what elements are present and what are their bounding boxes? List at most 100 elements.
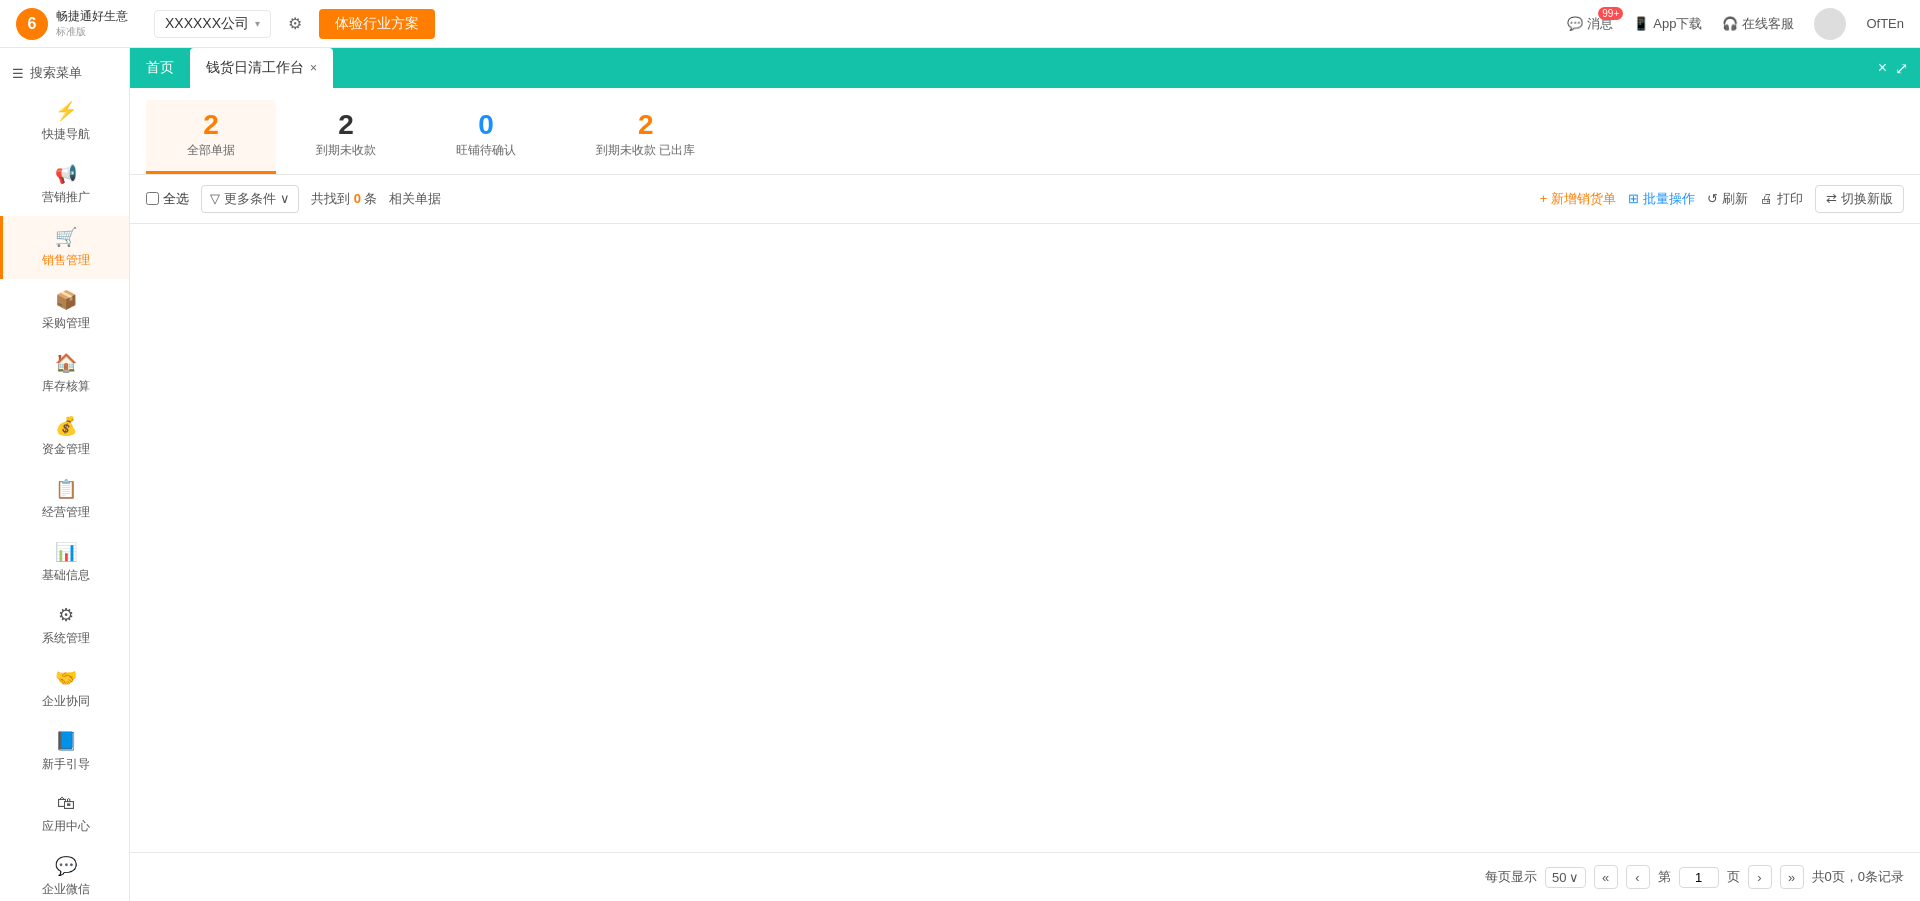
filter-arrow-icon: ∨ <box>280 191 290 206</box>
top-header: 6 畅捷通好生意 标准版 XXXXXX公司 ▾ ⚙ 体验行业方案 💬 消息 99… <box>0 0 1920 48</box>
stat-label-overdue: 到期未收款 <box>316 142 376 159</box>
stat-count-wangpu: 0 <box>478 108 494 142</box>
batch-operation-button[interactable]: ⊞ 批量操作 <box>1628 190 1695 208</box>
header-right: 💬 消息 99+ 📱 App下载 🎧 在线客服 OfTEn <box>1567 8 1904 40</box>
refresh-button[interactable]: ↺ 刷新 <box>1707 190 1748 208</box>
stat-tab-all[interactable]: 2 全部单据 <box>146 100 276 174</box>
dropdown-arrow-icon: ▾ <box>255 18 260 29</box>
tab-cash-flow[interactable]: 钱货日清工作台 × <box>190 48 333 88</box>
tab-close-icon[interactable]: × <box>310 61 317 75</box>
content-area: 首页 钱货日清工作台 × × ⤢ 2 全部单据 2 到期未收款 <box>130 48 1920 901</box>
tab-close-button[interactable]: × <box>1878 59 1887 77</box>
wechat-icon: 💬 <box>55 855 77 877</box>
page-number-input[interactable] <box>1679 867 1719 888</box>
stat-count-shipped: 2 <box>638 108 654 142</box>
related-label: 相关单据 <box>389 190 441 208</box>
page-end-label: 页 <box>1727 868 1740 886</box>
sidebar: ☰ 搜索菜单 ⚡ 快捷导航 📢 营销推广 🛒 销售管理 📦 采购管理 🏠 库存核… <box>0 48 130 901</box>
message-badge: 99+ <box>1598 7 1623 20</box>
service-icon: 🎧 <box>1722 16 1738 31</box>
stat-count-all: 2 <box>203 108 219 142</box>
stat-label-all: 全部单据 <box>187 142 235 159</box>
stats-tabs: 2 全部单据 2 到期未收款 0 旺铺待确认 2 到期未收款 已出库 <box>130 88 1920 175</box>
filter-button[interactable]: ▽ 更多条件 ∨ <box>201 185 299 213</box>
purchase-icon: 📦 <box>55 289 77 311</box>
add-order-button[interactable]: + 新增销货单 <box>1540 190 1616 208</box>
print-button[interactable]: 🖨 打印 <box>1760 190 1803 208</box>
toolbar-left: 全选 ▽ 更多条件 ∨ 共找到 0 条 相关单据 <box>146 185 1528 213</box>
sidebar-item-operations[interactable]: 📋 经营管理 <box>0 468 129 531</box>
tab-home[interactable]: 首页 <box>130 48 190 88</box>
user-name: OfTEn <box>1866 16 1904 31</box>
app-download-button[interactable]: 📱 App下载 <box>1633 15 1702 33</box>
per-page-select[interactable]: 50 ∨ <box>1545 867 1585 888</box>
sidebar-item-marketing[interactable]: 📢 营销推广 <box>0 153 129 216</box>
batch-icon: ⊞ <box>1628 191 1639 206</box>
total-label: 共0页，0条记录 <box>1812 868 1904 886</box>
enterprise-icon: 🤝 <box>55 667 77 689</box>
main-layout: ☰ 搜索菜单 ⚡ 快捷导航 📢 营销推广 🛒 销售管理 📦 采购管理 🏠 库存核… <box>0 48 1920 901</box>
logo-area: 6 畅捷通好生意 标准版 <box>16 8 146 40</box>
print-icon: 🖨 <box>1760 191 1773 206</box>
sidebar-item-app-center[interactable]: 🛍 应用中心 <box>0 783 129 845</box>
settings-icon[interactable]: ⚙ <box>279 8 311 40</box>
sidebar-search[interactable]: ☰ 搜索菜单 <box>0 56 129 90</box>
prev-page-button[interactable]: ‹ <box>1626 865 1650 889</box>
stat-tab-shipped[interactable]: 2 到期未收款 已出库 <box>556 100 735 174</box>
stat-tab-wangpu[interactable]: 0 旺铺待确认 <box>416 100 556 174</box>
sidebar-item-quick-nav[interactable]: ⚡ 快捷导航 <box>0 90 129 153</box>
stat-tab-overdue[interactable]: 2 到期未收款 <box>276 100 416 174</box>
select-all-input[interactable] <box>146 192 159 205</box>
stat-count-overdue: 2 <box>338 108 354 142</box>
message-icon: 💬 <box>1567 16 1583 31</box>
sidebar-item-funds[interactable]: 💰 资金管理 <box>0 405 129 468</box>
funds-icon: 💰 <box>55 415 77 437</box>
toolbar: 全选 ▽ 更多条件 ∨ 共找到 0 条 相关单据 <box>130 175 1920 224</box>
sales-icon: 🛒 <box>55 226 77 248</box>
last-page-button[interactable]: » <box>1780 865 1804 889</box>
sidebar-item-basic-info[interactable]: 📊 基础信息 <box>0 531 129 594</box>
select-all-checkbox[interactable]: 全选 <box>146 190 189 208</box>
page-content: 2 全部单据 2 到期未收款 0 旺铺待确认 2 到期未收款 已出库 <box>130 88 1920 901</box>
sidebar-item-wechat[interactable]: 💬 企业微信 <box>0 845 129 901</box>
sidebar-item-enterprise[interactable]: 🤝 企业协同 <box>0 657 129 720</box>
found-count: 0 <box>354 191 361 206</box>
sidebar-item-guide[interactable]: 📘 新手引导 <box>0 720 129 783</box>
sidebar-item-inventory[interactable]: 🏠 库存核算 <box>0 342 129 405</box>
logo-text: 畅捷通好生意 标准版 <box>56 9 128 38</box>
basic-info-icon: 📊 <box>55 541 77 563</box>
guide-icon: 📘 <box>55 730 77 752</box>
company-selector[interactable]: XXXXXX公司 ▾ <box>154 10 271 38</box>
sidebar-item-sales[interactable]: 🛒 销售管理 <box>0 216 129 279</box>
trial-button[interactable]: 体验行业方案 <box>319 9 435 39</box>
app-icon: 📱 <box>1633 16 1649 31</box>
filter-icon: ▽ <box>210 191 220 206</box>
first-page-button[interactable]: « <box>1594 865 1618 889</box>
table-area <box>130 224 1920 852</box>
switch-icon: ⇄ <box>1826 191 1837 206</box>
online-service-button[interactable]: 🎧 在线客服 <box>1722 15 1794 33</box>
toolbar-right: + 新增销货单 ⊞ 批量操作 ↺ 刷新 🖨 打印 ⇄ <box>1540 185 1904 213</box>
operations-icon: 📋 <box>55 478 77 500</box>
logo-icon: 6 <box>16 8 48 40</box>
per-page-label: 每页显示 <box>1485 868 1537 886</box>
refresh-icon: ↺ <box>1707 191 1718 206</box>
next-page-button[interactable]: › <box>1748 865 1772 889</box>
page-label: 第 <box>1658 868 1671 886</box>
quick-nav-icon: ⚡ <box>55 100 77 122</box>
switch-version-button[interactable]: ⇄ 切换新版 <box>1815 185 1904 213</box>
message-button[interactable]: 💬 消息 99+ <box>1567 15 1613 33</box>
per-page-arrow-icon: ∨ <box>1569 870 1579 885</box>
sidebar-item-purchase[interactable]: 📦 采购管理 <box>0 279 129 342</box>
system-icon: ⚙ <box>58 604 74 626</box>
tab-maximize-button[interactable]: ⤢ <box>1895 59 1908 78</box>
app-center-icon: 🛍 <box>57 793 75 814</box>
found-text: 共找到 0 条 <box>311 190 377 208</box>
sidebar-item-system[interactable]: ⚙ 系统管理 <box>0 594 129 657</box>
tab-bar: 首页 钱货日清工作台 × × ⤢ <box>130 48 1920 88</box>
tab-bar-actions: × ⤢ <box>1878 59 1920 78</box>
inventory-icon: 🏠 <box>55 352 77 374</box>
marketing-icon: 📢 <box>55 163 77 185</box>
avatar[interactable] <box>1814 8 1846 40</box>
stat-label-wangpu: 旺铺待确认 <box>456 142 516 159</box>
